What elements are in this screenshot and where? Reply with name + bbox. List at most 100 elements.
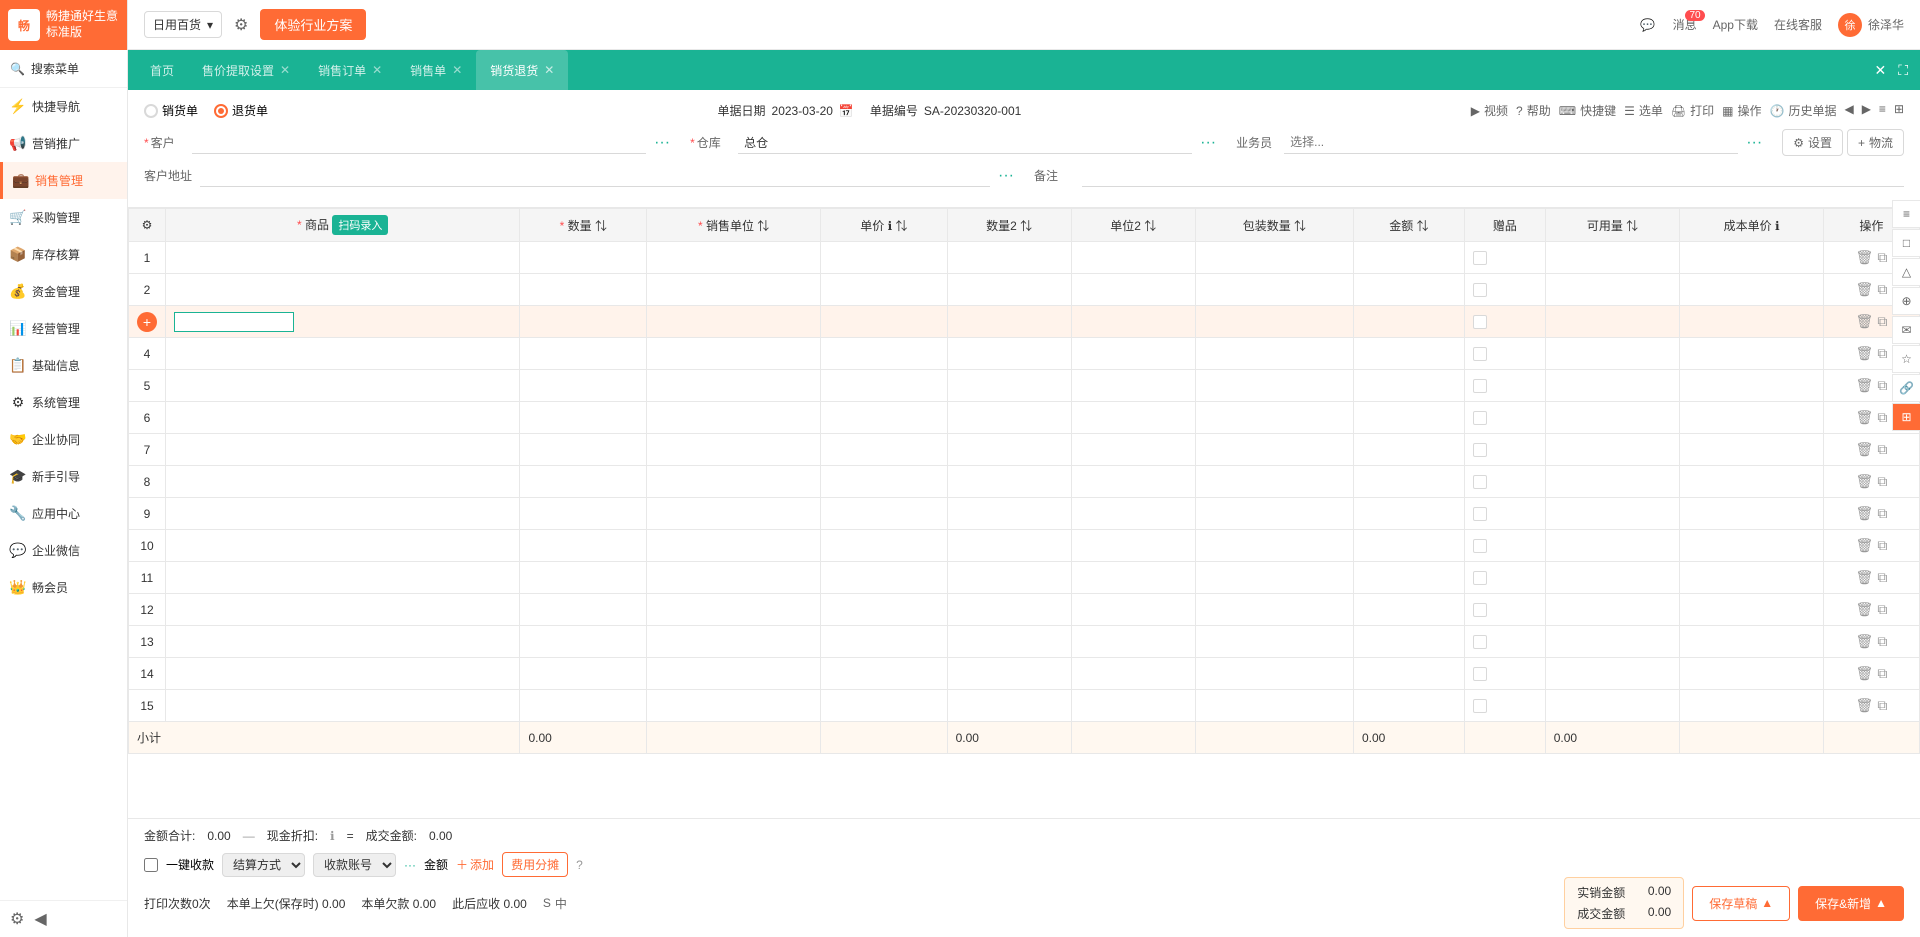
- row-delete-icon[interactable]: 🗑: [1856, 377, 1874, 394]
- row-unit2-cell[interactable]: [1071, 338, 1195, 370]
- row-copy-icon[interactable]: ⧉: [1877, 377, 1887, 394]
- gift-checkbox[interactable]: [1473, 379, 1487, 393]
- row-unit2-cell[interactable]: [1071, 370, 1195, 402]
- row-pkg-qty-cell[interactable]: [1195, 466, 1353, 498]
- add-row-btn[interactable]: +: [137, 312, 157, 332]
- tab-home[interactable]: 首页: [136, 50, 188, 90]
- row-delete-icon[interactable]: 🗑: [1856, 569, 1874, 586]
- row-price-cell[interactable]: [821, 402, 947, 434]
- row-unit2-cell[interactable]: [1071, 242, 1195, 274]
- gift-checkbox[interactable]: [1473, 571, 1487, 585]
- right-tool-1[interactable]: ≡: [1892, 200, 1920, 228]
- tab-sales-bill[interactable]: 销售单 ✕: [396, 50, 476, 90]
- row-price-cell[interactable]: [821, 626, 947, 658]
- logistics-btn[interactable]: + 物流: [1847, 129, 1904, 156]
- row-cost-price-cell[interactable]: [1680, 242, 1824, 274]
- row-qty-cell[interactable]: [520, 530, 647, 562]
- sidebar-item-jichu[interactable]: 📋 基础信息: [0, 347, 127, 384]
- row-goods-cell[interactable]: [166, 466, 520, 498]
- discount-info-icon[interactable]: ℹ: [330, 829, 335, 843]
- row-price-cell[interactable]: [821, 466, 947, 498]
- row-goods-cell[interactable]: [166, 274, 520, 306]
- row-qty-cell[interactable]: [520, 562, 647, 594]
- row-pkg-qty-cell[interactable]: [1195, 338, 1353, 370]
- customer-dots-btn[interactable]: ···: [654, 134, 670, 152]
- row-unit-cell[interactable]: [647, 274, 821, 306]
- row-available-cell[interactable]: [1545, 594, 1680, 626]
- row-copy-icon[interactable]: ⧉: [1877, 601, 1887, 618]
- row-unit-cell[interactable]: [647, 658, 821, 690]
- collapse-icon[interactable]: ◀: [34, 909, 46, 929]
- row-unit2-cell[interactable]: [1071, 690, 1195, 722]
- row-unit2-cell[interactable]: [1071, 402, 1195, 434]
- scan-btn[interactable]: 扫码录入: [332, 215, 388, 235]
- sidebar-item-xinshou[interactable]: 🎓 新手引导: [0, 458, 127, 495]
- row-delete-icon[interactable]: 🗑: [1856, 409, 1874, 426]
- row-qty-cell[interactable]: [520, 434, 647, 466]
- row-available-cell[interactable]: [1545, 658, 1680, 690]
- row-delete-icon[interactable]: 🗑: [1856, 249, 1874, 266]
- gift-checkbox[interactable]: [1473, 603, 1487, 617]
- row-unit-cell[interactable]: [647, 594, 821, 626]
- row-goods-cell[interactable]: [166, 690, 520, 722]
- row-pkg-qty-cell[interactable]: [1195, 690, 1353, 722]
- split-help-icon[interactable]: ?: [576, 858, 583, 872]
- action-select[interactable]: ☰ 选单: [1624, 102, 1663, 119]
- row-available-cell[interactable]: [1545, 530, 1680, 562]
- user-area[interactable]: 徐 徐泽华: [1838, 13, 1904, 37]
- row-unit2-cell[interactable]: [1071, 594, 1195, 626]
- row-price-cell[interactable]: [821, 530, 947, 562]
- right-tool-2[interactable]: □: [1892, 229, 1920, 257]
- row-amount-cell[interactable]: [1354, 434, 1465, 466]
- row-goods-cell[interactable]: [166, 242, 520, 274]
- row-available-cell[interactable]: [1545, 562, 1680, 594]
- row-amount-cell[interactable]: [1354, 690, 1465, 722]
- view-list-icon[interactable]: ≡: [1879, 102, 1886, 119]
- row-unit2-cell[interactable]: [1071, 466, 1195, 498]
- row-unit2-cell[interactable]: [1071, 498, 1195, 530]
- row-goods-cell[interactable]: [166, 370, 520, 402]
- row-copy-icon[interactable]: ⧉: [1877, 281, 1887, 298]
- row-available-cell[interactable]: [1545, 274, 1680, 306]
- tab-price-setting[interactable]: 售价提取设置 ✕: [188, 50, 304, 90]
- row-cost-price-cell[interactable]: [1680, 370, 1824, 402]
- row-delete-icon[interactable]: 🗑: [1856, 633, 1874, 650]
- row-pkg-qty-cell[interactable]: [1195, 530, 1353, 562]
- row-copy-icon[interactable]: ⧉: [1877, 249, 1887, 266]
- nav-prev-icon[interactable]: ◀: [1844, 102, 1853, 119]
- row-pkg-qty-cell[interactable]: [1195, 562, 1353, 594]
- sidebar-item-caigou[interactable]: 🛒 采购管理: [0, 199, 127, 236]
- sidebar-item-yingxiao[interactable]: 📢 营销推广: [0, 125, 127, 162]
- row-cost-price-cell[interactable]: [1680, 658, 1824, 690]
- right-tool-3[interactable]: △: [1892, 258, 1920, 286]
- row-qty-cell[interactable]: [520, 594, 647, 626]
- row-unit-cell[interactable]: [647, 466, 821, 498]
- row-amount-cell[interactable]: [1354, 242, 1465, 274]
- row-qty2-cell[interactable]: [947, 658, 1071, 690]
- row-qty-cell[interactable]: [520, 370, 647, 402]
- action-history[interactable]: 🕐 历史单据: [1769, 102, 1836, 119]
- row-qty2-cell[interactable]: [947, 402, 1071, 434]
- row-available-cell[interactable]: [1545, 498, 1680, 530]
- row-goods-cell[interactable]: [166, 434, 520, 466]
- right-tool-4[interactable]: ⊕: [1892, 287, 1920, 315]
- row-cost-price-cell[interactable]: [1680, 434, 1824, 466]
- row-amount-cell[interactable]: [1354, 306, 1465, 338]
- row-cost-price-cell[interactable]: [1680, 402, 1824, 434]
- message-area[interactable]: 💬 70 消息: [1640, 16, 1696, 33]
- row-qty-cell[interactable]: [520, 242, 647, 274]
- online-service-link[interactable]: 在线客服: [1774, 16, 1822, 33]
- gift-checkbox[interactable]: [1473, 315, 1487, 329]
- row-amount-cell[interactable]: [1354, 626, 1465, 658]
- row-available-cell[interactable]: [1545, 402, 1680, 434]
- row-cost-price-cell[interactable]: [1680, 690, 1824, 722]
- row-copy-icon[interactable]: ⧉: [1877, 473, 1887, 490]
- row-qty-cell[interactable]: [520, 658, 647, 690]
- sidebar-item-kuaijie[interactable]: ⚡ 快捷导航: [0, 88, 127, 125]
- settings-btn[interactable]: ⚙ 设置: [1782, 129, 1843, 156]
- radio-return[interactable]: 退货单: [214, 102, 268, 119]
- row-available-cell[interactable]: [1545, 434, 1680, 466]
- row-unit-cell[interactable]: [647, 434, 821, 466]
- row-pkg-qty-cell[interactable]: [1195, 434, 1353, 466]
- row-unit-cell[interactable]: [647, 530, 821, 562]
